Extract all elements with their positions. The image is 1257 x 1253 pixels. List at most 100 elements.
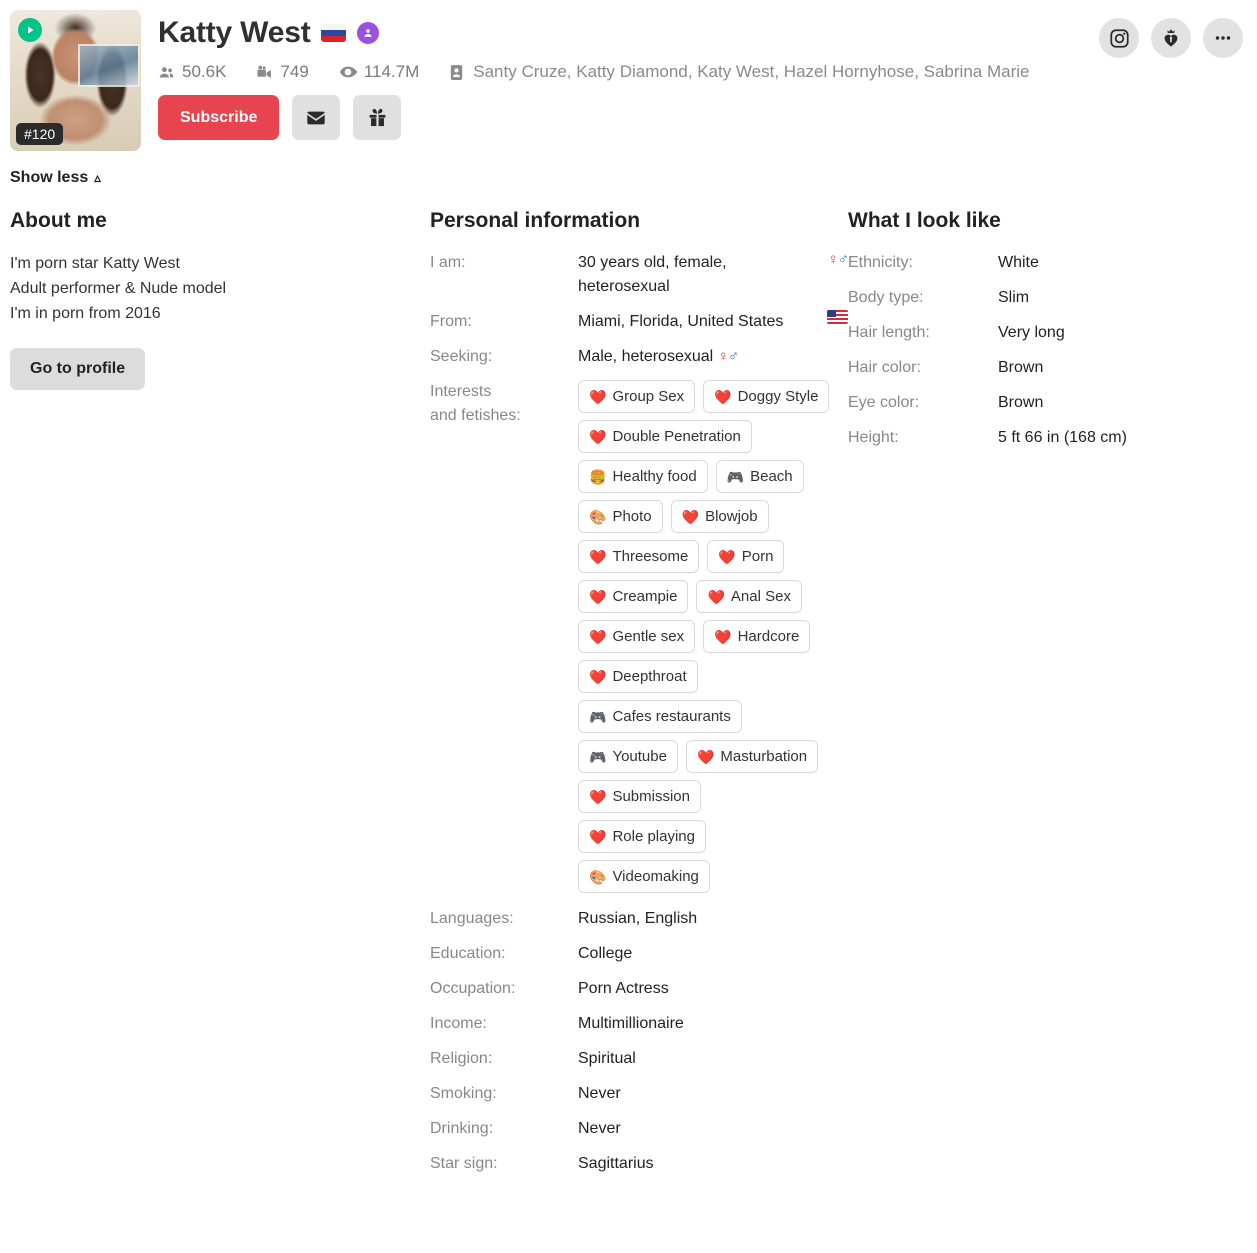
info-label: Languages: <box>430 910 514 927</box>
about-line: I'm in porn from 2016 <box>10 305 161 322</box>
info-value: Male, heterosexual ♀♂ <box>578 348 740 365</box>
interest-tag[interactable]: ❤️ Gentle sex <box>578 620 696 653</box>
interest-tag[interactable]: ❤️ Creampie <box>578 580 689 613</box>
info-label: Ethnicity: <box>848 254 913 271</box>
interest-tag-label: Videomaking <box>612 868 699 885</box>
header-main: Katty West 50.6K 749 114.7M Santy Cruze,… <box>158 10 1257 151</box>
interest-tag-emoji: ❤️ <box>589 588 607 605</box>
interest-tag[interactable]: ❤️ Deepthroat <box>578 660 698 693</box>
interest-tag[interactable]: 🍔 Healthy food <box>578 460 708 493</box>
gender-heterosexual-icon: ♀♂ <box>827 251 850 268</box>
go-to-profile-button[interactable]: Go to profile <box>10 348 146 390</box>
top-right-actions <box>1099 18 1243 58</box>
subscribe-button[interactable]: Subscribe <box>158 95 280 140</box>
interest-tag[interactable]: ❤️ Group Sex <box>578 380 696 413</box>
about-me-section: About me I'm porn star Katty West Adult … <box>10 209 430 1187</box>
info-value: Spiritual <box>578 1050 636 1067</box>
info-value: Brown <box>998 359 1044 376</box>
aka-names: Santy Cruze, Katty Diamond, Katy West, H… <box>449 62 1029 82</box>
message-button[interactable] <box>292 95 341 140</box>
interest-tag[interactable]: ❤️ Anal Sex <box>696 580 802 613</box>
stat-subscribers-value: 50.6K <box>182 62 227 81</box>
stat-videos-value: 749 <box>280 62 309 81</box>
interest-tag-emoji: ❤️ <box>589 668 607 685</box>
interest-tag[interactable]: 🎮 Cafes restaurants <box>578 700 742 733</box>
interest-tag[interactable]: ❤️ Doggy Style <box>703 380 830 413</box>
interest-tag[interactable]: ❤️ Submission <box>578 780 701 813</box>
interest-tag-label: Blowjob <box>705 508 758 525</box>
info-row: Drinking: Never <box>430 1117 848 1141</box>
more-ellipsis-icon <box>1215 36 1231 40</box>
interest-tag-emoji: 🎮 <box>726 468 745 485</box>
interest-tag[interactable]: 🎮 Beach <box>715 460 804 493</box>
info-value: Russian, English <box>578 910 698 927</box>
info-label: Star sign: <box>430 1155 498 1172</box>
interest-tag[interactable]: ❤️ Masturbation <box>685 740 819 773</box>
interest-tag[interactable]: 🎨 Photo <box>578 500 663 533</box>
info-value: Never <box>578 1085 621 1102</box>
interest-tag-label: Doggy Style <box>737 388 819 405</box>
interests-tags-list: ❤️ Group Sex ❤️ Doggy Style ❤️ Double Penetra… <box>578 380 830 893</box>
interest-tag-label: Hardcore <box>737 628 800 645</box>
interest-tag-label: Anal Sex <box>730 588 791 605</box>
interest-tag[interactable]: ❤️ Double Penetration <box>578 420 752 453</box>
info-value: Multimillionaire <box>578 1015 684 1032</box>
info-row: Smoking: Never <box>430 1082 848 1106</box>
interest-tag-emoji: 🎮 <box>589 748 607 765</box>
interest-tag-label: Masturbation <box>720 748 808 765</box>
profile-header: #120 Katty West 50.6K 749 114.7M Santy C… <box>0 0 1257 151</box>
info-value: Sagittarius <box>578 1155 654 1172</box>
interest-tag-emoji: ❤️ <box>589 548 607 565</box>
views-eye-icon <box>339 66 357 78</box>
interest-tag-label: Double Penetration <box>612 428 741 445</box>
interest-tag[interactable]: ❤️ Porn <box>707 540 785 573</box>
info-label: Hair color: <box>848 359 921 376</box>
show-less-toggle[interactable]: Show less ▵ <box>10 169 101 187</box>
interest-tag-label: Healthy food <box>612 468 697 485</box>
info-value: Very long <box>998 324 1065 341</box>
aka-names-value: Santy Cruze, Katty Diamond, Katy West, H… <box>473 62 1030 81</box>
verified-user-badge-icon[interactable] <box>357 22 380 44</box>
interest-tag[interactable]: 🎮 Youtube <box>578 740 678 773</box>
stat-subscribers: 50.6K <box>158 62 226 82</box>
vip-crown-heart-button[interactable] <box>1151 18 1191 58</box>
info-row: Height: 5 ft 66 in (168 cm) <box>848 426 1257 450</box>
stats-row: 50.6K 749 114.7M Santy Cruze, Katty Diam… <box>158 62 1257 82</box>
instagram-icon <box>1109 28 1129 48</box>
interest-tag-emoji: ❤️ <box>589 628 607 645</box>
interest-tag-label: Cafes restaurants <box>612 708 731 725</box>
interest-tag-emoji: ❤️ <box>696 748 715 765</box>
info-label: Income: <box>430 1015 487 1032</box>
interest-tag-label: Submission <box>612 788 690 805</box>
gender-heterosexual-icon: ♀♂ <box>717 348 740 365</box>
interest-tag-emoji: 🎨 <box>589 868 607 885</box>
about-line: I'm porn star Katty West <box>10 255 180 272</box>
interest-tag-label: Porn <box>741 548 774 565</box>
info-label: Religion: <box>430 1050 493 1067</box>
info-row: Religion: Spiritual <box>430 1047 848 1071</box>
play-icon[interactable] <box>18 18 42 42</box>
more-options-button[interactable] <box>1203 18 1243 58</box>
info-value: Never <box>578 1120 621 1137</box>
personal-information-title: Personal information <box>430 209 641 232</box>
rank-badge: #120 <box>16 123 64 145</box>
interest-tag[interactable]: ❤️ Blowjob <box>670 500 769 533</box>
info-row: Education: College <box>430 942 848 966</box>
interest-tag[interactable]: ❤️ Hardcore <box>703 620 811 653</box>
interest-tag-emoji: ❤️ <box>681 508 700 525</box>
gift-icon <box>369 108 386 127</box>
info-value: White <box>998 254 1039 271</box>
gift-button[interactable] <box>353 95 402 140</box>
info-label: Education: <box>430 945 506 962</box>
instagram-button[interactable] <box>1099 18 1139 58</box>
avatar[interactable]: #120 <box>10 10 141 151</box>
interest-tag-emoji: 🎨 <box>589 508 607 525</box>
info-value: Miami, Florida, United States <box>578 313 784 330</box>
interest-tag[interactable]: 🎨 Videomaking <box>578 860 710 893</box>
info-row: Hair length: Very long <box>848 321 1257 345</box>
info-label: Height: <box>848 429 899 446</box>
info-label-interests: Interests and fetishes: <box>430 383 521 424</box>
interest-tag[interactable]: ❤️ Threesome <box>578 540 700 573</box>
info-row: Hair color: Brown <box>848 356 1257 380</box>
interest-tag[interactable]: ❤️ Role playing <box>578 820 706 853</box>
